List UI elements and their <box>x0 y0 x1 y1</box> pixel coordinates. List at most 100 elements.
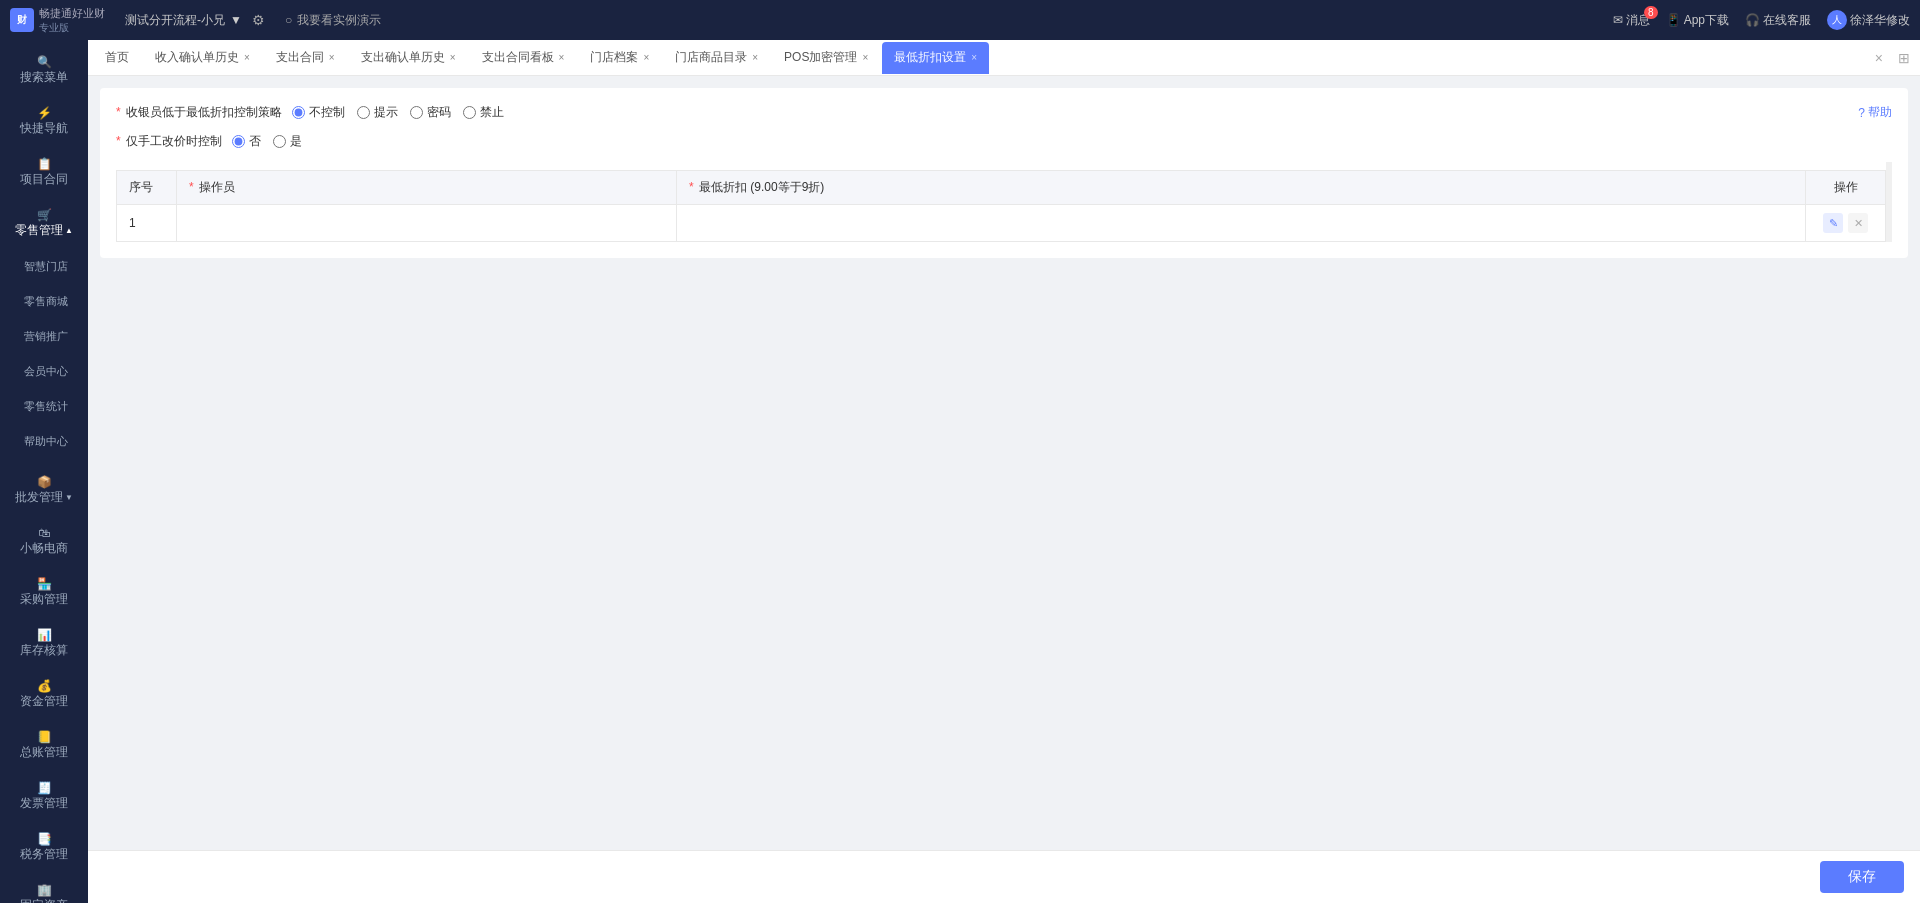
sidebar-item-marketing[interactable]: 营销推广 <box>0 319 88 354</box>
app-logo: 财 畅捷通好业财 专业版 <box>10 6 105 35</box>
topbar: 财 畅捷通好业财 专业版 测试分开流程-小兄 ▼ ⚙ ○ 我要看实例演示 ✉ 消… <box>0 0 1920 40</box>
project-selector[interactable]: 测试分开流程-小兄 ▼ <box>125 12 242 29</box>
inventory-icon: 📊 <box>5 628 83 642</box>
content-area: 首页 收入确认单历史 × 支出合同 × 支出确认单历史 × 支出合同看板 × 门… <box>88 40 1920 903</box>
sidebar-item-project[interactable]: 📋 项目合同 <box>0 147 88 198</box>
tab-close-pos-password[interactable]: × <box>862 52 868 63</box>
logo-text: 畅捷通好业财 <box>39 6 105 21</box>
sidebar-item-tax[interactable]: 📑 税务管理 <box>0 822 88 873</box>
tab-pos-password[interactable]: POS加密管理 × <box>772 42 880 74</box>
user-name: 徐泽华修改 <box>1850 12 1910 29</box>
th-action: 操作 <box>1806 171 1886 205</box>
tab-menu-button[interactable]: ⊞ <box>1893 48 1915 68</box>
bottom-bar: 保存 <box>88 850 1920 903</box>
manual-price-yes-radio[interactable] <box>273 135 286 148</box>
tab-close-payment-confirm-history[interactable]: × <box>450 52 456 63</box>
settings-card: * 收银员低于最低折扣控制策略 不控制 提示 <box>100 88 1908 258</box>
tab-close-payment-contract-board[interactable]: × <box>559 52 565 63</box>
sidebar-item-general-ledger[interactable]: 📒 总账管理 <box>0 720 88 771</box>
sidebar-item-smart-store[interactable]: 智慧门店 <box>0 249 88 284</box>
tab-store-file[interactable]: 门店档案 × <box>578 42 661 74</box>
manual-price-no-radio[interactable] <box>232 135 245 148</box>
circle-icon: ○ <box>285 13 292 27</box>
strategy-forbidden-radio[interactable] <box>463 106 476 119</box>
tab-min-discount[interactable]: 最低折扣设置 × <box>882 42 989 74</box>
table-header-row: 序号 * 操作员 * 最低折扣 (9.00等于9折) 操作 <box>117 171 1886 205</box>
sidebar-item-invoice[interactable]: 🧾 发票管理 <box>0 771 88 822</box>
shortcut-icon: ⚡ <box>5 106 83 120</box>
sidebar-item-purchase[interactable]: 🏪 采购管理 <box>0 567 88 618</box>
strategy-no-control-radio[interactable] <box>292 106 305 119</box>
strategy-hint-radio[interactable] <box>357 106 370 119</box>
table-scrollbar[interactable] <box>1886 162 1892 242</box>
edit-row-button[interactable]: ✎ <box>1823 213 1843 233</box>
settings-icon[interactable]: ⚙ <box>252 12 265 28</box>
cell-seq: 1 <box>117 205 177 242</box>
tab-close-min-discount[interactable]: × <box>971 52 977 63</box>
sidebar-item-search[interactable]: 🔍 搜索菜单 <box>0 45 88 96</box>
tab-close-store-file[interactable]: × <box>643 52 649 63</box>
tab-close-payment-contract[interactable]: × <box>329 52 335 63</box>
tab-payment-confirm-history[interactable]: 支出确认单历史 × <box>349 42 468 74</box>
sidebar-item-inventory[interactable]: 📊 库存核算 <box>0 618 88 669</box>
delete-row-button[interactable]: ✕ <box>1848 213 1868 233</box>
tab-close-store-goods[interactable]: × <box>752 52 758 63</box>
page-content: * 收银员低于最低折扣控制策略 不控制 提示 <box>88 76 1920 850</box>
sidebar-item-retail-mall[interactable]: 零售商城 <box>0 284 88 319</box>
strategy-password-radio[interactable] <box>410 106 423 119</box>
tab-income-history[interactable]: 收入确认单历史 × <box>143 42 262 74</box>
manual-price-label: * 仅手工改价时控制 <box>116 133 222 150</box>
tab-store-goods[interactable]: 门店商品目录 × <box>663 42 770 74</box>
sidebar-item-help[interactable]: 帮助中心 <box>0 424 88 459</box>
tab-payment-contract[interactable]: 支出合同 × <box>264 42 347 74</box>
sidebar-item-retail[interactable]: 🛒 零售管理 ▲ <box>0 198 88 249</box>
ecommerce-icon: 🛍 <box>5 526 83 540</box>
sidebar-item-shortcut[interactable]: ⚡ 快捷导航 <box>0 96 88 147</box>
purchase-icon: 🏪 <box>5 577 83 591</box>
messages-badge: 8 <box>1644 6 1658 19</box>
sidebar-item-fixed-assets[interactable]: 🏢 固定资产 <box>0 873 88 903</box>
tab-home[interactable]: 首页 <box>93 42 141 74</box>
strategy-password[interactable]: 密码 <box>410 104 451 121</box>
cell-discount <box>676 205 1805 242</box>
strategy-forbidden[interactable]: 禁止 <box>463 104 504 121</box>
strategy-hint[interactable]: 提示 <box>357 104 398 121</box>
headset-icon: 🎧 <box>1745 13 1760 27</box>
project-icon: 📋 <box>5 157 83 171</box>
sidebar-item-retail-stats[interactable]: 零售统计 <box>0 389 88 424</box>
download-icon: 📱 <box>1666 13 1681 27</box>
tab-bar-actions: × ⊞ <box>1870 48 1915 68</box>
strategy-radio-group: 不控制 提示 密码 禁止 <box>292 104 504 121</box>
manual-price-no[interactable]: 否 <box>232 133 261 150</box>
avatar: 人 <box>1827 10 1847 30</box>
strategy-no-control[interactable]: 不控制 <box>292 104 345 121</box>
topbar-right: ✉ 消息 8 📱 App下载 🎧 在线客服 人 徐泽华修改 <box>1613 10 1910 30</box>
cell-action: ✎ ✕ <box>1806 205 1886 242</box>
retail-icon: 🛒 <box>5 208 83 222</box>
tab-close-income-history[interactable]: × <box>244 52 250 63</box>
customer-service-button[interactable]: 🎧 在线客服 <box>1745 12 1811 29</box>
table-row: 1 ✎ ✕ <box>117 205 1886 242</box>
app-download-button[interactable]: 📱 App下载 <box>1666 12 1729 29</box>
sidebar-item-wholesale[interactable]: 📦 批发管理 ▼ <box>0 465 88 516</box>
messages-button[interactable]: ✉ 消息 8 <box>1613 12 1650 29</box>
finance-icon: 💰 <box>5 679 83 693</box>
discount-table: 序号 * 操作员 * 最低折扣 (9.00等于9折) 操作 <box>116 170 1886 242</box>
manual-price-yes[interactable]: 是 <box>273 133 302 150</box>
sidebar-item-member[interactable]: 会员中心 <box>0 354 88 389</box>
tab-payment-contract-board[interactable]: 支出合同看板 × <box>470 42 577 74</box>
sidebar-item-finance[interactable]: 💰 资金管理 <box>0 669 88 720</box>
tab-close-all-button[interactable]: × <box>1870 48 1888 68</box>
sidebar-item-ecommerce[interactable]: 🛍 小畅电商 <box>0 516 88 567</box>
project-name: 测试分开流程-小兄 <box>125 12 225 29</box>
save-button[interactable]: 保存 <box>1820 861 1904 893</box>
chevron-down-icon: ▼ <box>230 13 242 27</box>
row-actions: ✎ ✕ <box>1818 213 1873 233</box>
demo-link[interactable]: ○ 我要看实例演示 <box>285 12 381 29</box>
cell-operator <box>177 205 677 242</box>
user-profile-button[interactable]: 人 徐泽华修改 <box>1827 10 1910 30</box>
main-layout: 🔍 搜索菜单 ⚡ 快捷导航 📋 项目合同 🛒 零售管理 ▲ 智慧门店 零售商城 … <box>0 40 1920 903</box>
wholesale-icon: 📦 <box>5 475 83 489</box>
help-link[interactable]: ? 帮助 <box>1858 104 1892 121</box>
logo-icon: 财 <box>10 8 34 32</box>
